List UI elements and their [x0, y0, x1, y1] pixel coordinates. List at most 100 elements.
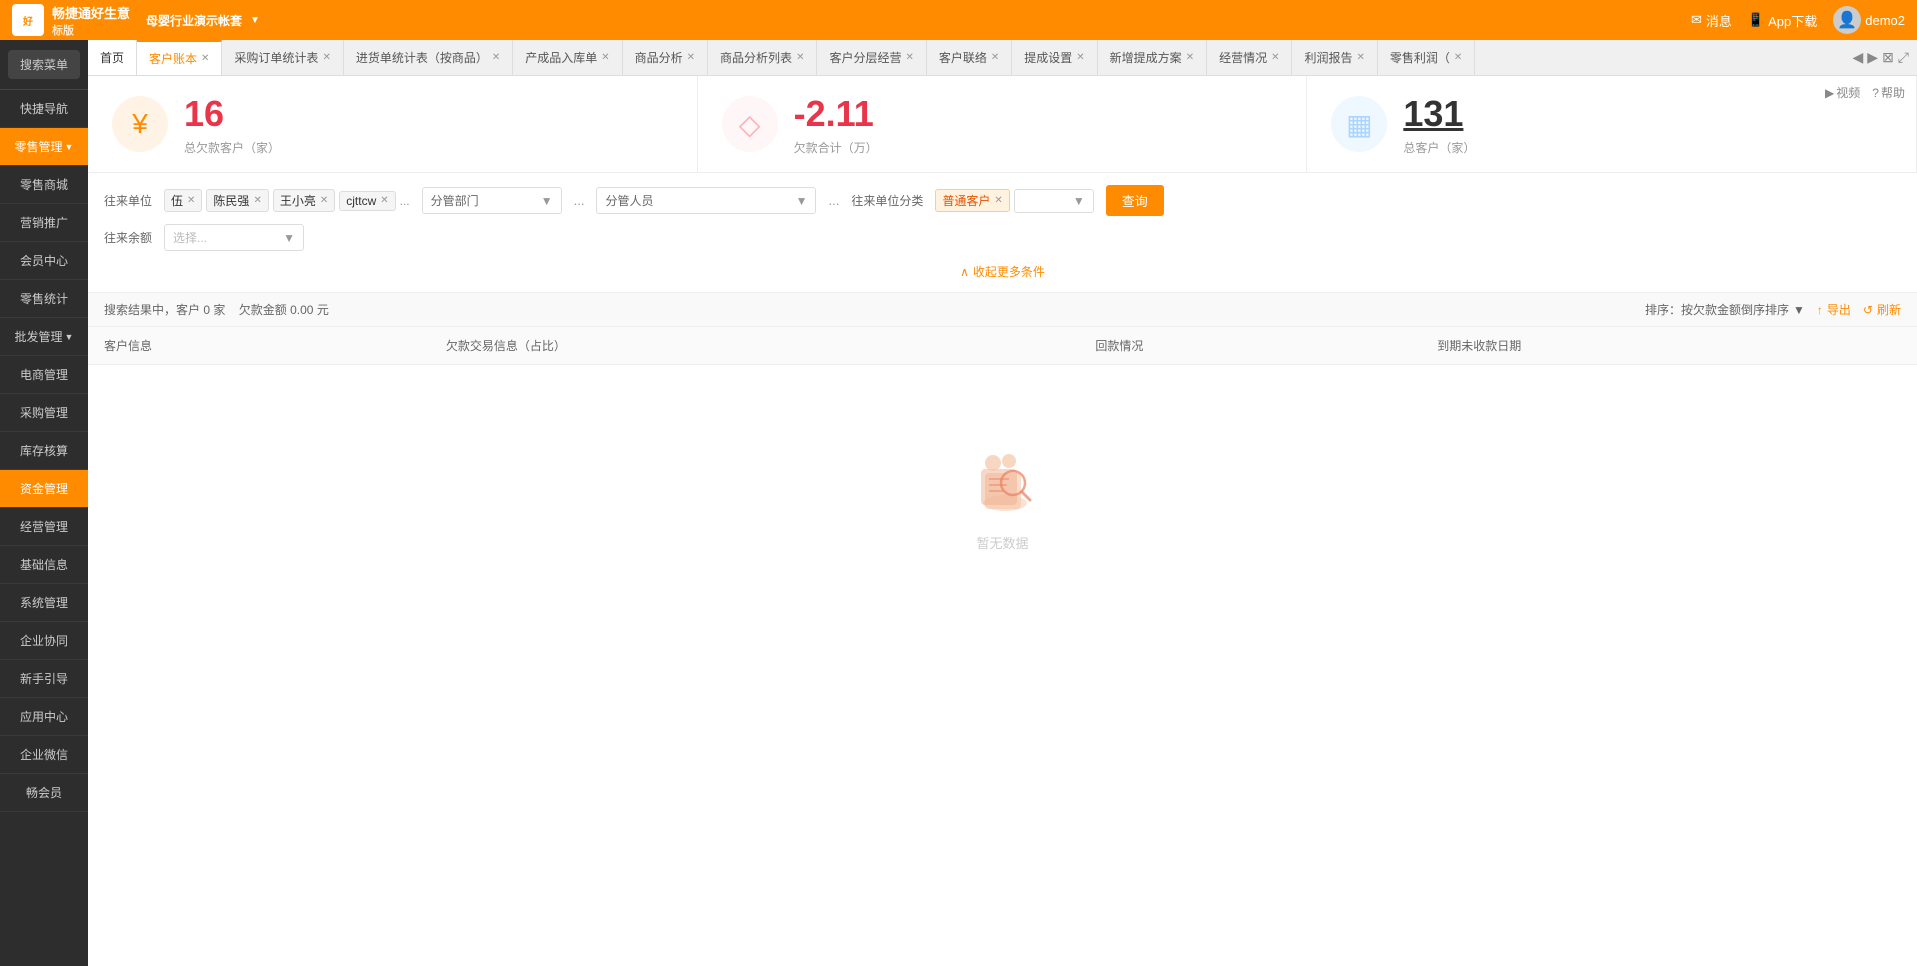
sidebar-item-ecommerce[interactable]: 电商管理 — [0, 356, 88, 394]
tab-nav-right[interactable]: ▶ — [1867, 49, 1878, 66]
tab-close-goods-in[interactable]: ✕ — [492, 52, 500, 63]
tab-operation-status[interactable]: 经营情况 ✕ — [1207, 40, 1292, 76]
tab-close-customer-segment[interactable]: ✕ — [905, 52, 913, 63]
filter-tag-chen-close[interactable]: ✕ — [253, 195, 261, 206]
person-filter-select[interactable]: 分管人员 ▼ — [596, 187, 816, 214]
tab-profit-report[interactable]: 利润报告 ✕ — [1292, 40, 1377, 76]
video-help-btn[interactable]: ▶ 视频 — [1825, 84, 1860, 101]
dept-filter-dots[interactable]: ... — [574, 193, 585, 208]
tab-customer-book[interactable]: 客户账本 ✕ — [137, 40, 222, 76]
filter-tag-normal-customer[interactable]: 普通客户 ✕ — [935, 189, 1009, 212]
tab-close-goods-analysis[interactable]: ✕ — [687, 52, 695, 63]
sidebar-item-marketing[interactable]: 营销推广 — [0, 204, 88, 242]
app-download-btn[interactable]: 📱 App下载 — [1748, 11, 1817, 30]
tab-close-add-proposal[interactable]: ✕ — [1186, 52, 1194, 63]
filter-tag-wang[interactable]: 王小亮 ✕ — [273, 189, 335, 212]
person-filter-dots[interactable]: ... — [828, 193, 839, 208]
tab-fullscreen[interactable]: ⤢ — [1898, 49, 1909, 66]
search-menu-btn[interactable]: 搜索菜单 — [8, 50, 80, 79]
account-dropdown-arrow[interactable]: ▼ — [250, 15, 260, 26]
tab-nav-left[interactable]: ◀ — [1853, 49, 1864, 66]
dept-filter-arrow: ▼ — [541, 194, 553, 208]
filter-tag-normal-close[interactable]: ✕ — [994, 195, 1002, 206]
help-btn[interactable]: ? 帮助 — [1872, 84, 1905, 101]
balance-arrow: ▼ — [283, 231, 295, 245]
filter-tag-wu[interactable]: 伍 ✕ — [164, 189, 202, 212]
tab-goods-in-stats[interactable]: 进货单统计表（按商品） ✕ — [344, 40, 513, 76]
help-links: ▶ 视频 ? 帮助 — [1825, 84, 1905, 101]
search-result-bar: 搜索结果中，客户 0 家 欠款金额 0.00 元 排序：按欠款金额倒序排序 — [88, 293, 1917, 327]
sidebar-item-inventory[interactable]: 库存核算 — [0, 432, 88, 470]
dept-filter-label: 分管部门 — [431, 192, 479, 209]
sidebar-item-wechat[interactable]: 企业微信 — [0, 736, 88, 774]
message-btn[interactable]: ✉ 消息 — [1691, 11, 1732, 30]
sidebar-item-batch-mgmt[interactable]: 批发管理 ▼ — [0, 318, 88, 356]
query-button[interactable]: 查询 — [1106, 185, 1164, 216]
export-btn[interactable]: ↑ 导出 — [1817, 301, 1851, 318]
sidebar-item-member[interactable]: 会员中心 — [0, 242, 88, 280]
sidebar-item-app-center[interactable]: 应用中心 — [0, 698, 88, 736]
user-menu[interactable]: 👤 demo2 — [1833, 6, 1905, 34]
collapse-filter-btn[interactable]: ∧ 收起更多条件 — [960, 263, 1045, 280]
sidebar-item-enterprise[interactable]: 企业协同 — [0, 622, 88, 660]
stat-debt-value: -2.11 — [794, 92, 878, 135]
download-icon: 📱 — [1748, 12, 1764, 28]
tab-customer-segment[interactable]: 客户分层经营 ✕ — [817, 40, 926, 76]
sidebar-item-retail-mgmt[interactable]: 零售管理 ▼ — [0, 128, 88, 166]
tab-home[interactable]: 首页 — [88, 40, 137, 76]
tab-close-produce-in[interactable]: ✕ — [601, 52, 609, 63]
empty-icon — [963, 445, 1043, 525]
account-selector[interactable]: 母婴行业演示帐套 — [146, 12, 242, 29]
unit-category-tags: 普通客户 ✕ ▼ — [935, 189, 1093, 213]
filter-tag-cjttcw[interactable]: cjttcw ✕ — [339, 191, 395, 211]
sidebar-item-retail-mall[interactable]: 零售商城 — [0, 166, 88, 204]
tab-goods-analysis-list[interactable]: 商品分析列表 ✕ — [708, 40, 817, 76]
tab-close-purchase-order[interactable]: ✕ — [322, 52, 330, 63]
tab-goods-analysis[interactable]: 商品分析 ✕ — [623, 40, 708, 76]
refresh-btn[interactable]: ↺ 刷新 — [1863, 301, 1901, 318]
sidebar-item-vip[interactable]: 畅会员 — [0, 774, 88, 812]
sidebar-item-purchase[interactable]: 采购管理 — [0, 394, 88, 432]
tab-close-operation-status[interactable]: ✕ — [1271, 52, 1279, 63]
sidebar-item-capital[interactable]: 资金管理 — [0, 470, 88, 508]
app-edition: 标版 — [52, 22, 130, 38]
tab-retail-profit[interactable]: 零售利润（ ✕ — [1378, 40, 1475, 76]
tab-close-customer-contact[interactable]: ✕ — [991, 52, 999, 63]
sidebar-item-quick-nav[interactable]: 快捷导航 — [0, 90, 88, 128]
stat-customers-label: 总欠款客户（家） — [184, 139, 280, 156]
filter-tag-cjttcw-close[interactable]: ✕ — [380, 195, 388, 206]
tab-purchase-order-stats[interactable]: 采购订单统计表 ✕ — [222, 40, 343, 76]
tab-close-profit-report[interactable]: ✕ — [1357, 52, 1365, 63]
filter-more-tags[interactable]: ... — [400, 194, 410, 208]
col-repayment: 回款情况 — [1079, 327, 1421, 365]
filter-tag-chen[interactable]: 陈民强 ✕ — [206, 189, 268, 212]
stat-total-customers: ¥ 16 总欠款客户（家） — [88, 76, 698, 172]
balance-filter-label: 往来余额 — [104, 229, 152, 246]
export-icon: ↑ — [1817, 303, 1823, 317]
tab-proposal-settings[interactable]: 提成设置 ✕ — [1012, 40, 1097, 76]
sidebar-item-newbie[interactable]: 新手引导 — [0, 660, 88, 698]
tab-close-retail-profit[interactable]: ✕ — [1454, 52, 1462, 63]
sidebar-item-operation[interactable]: 经营管理 — [0, 508, 88, 546]
balance-filter-select[interactable]: 选择... ▼ — [164, 224, 304, 251]
tab-close-customer-book[interactable]: ✕ — [201, 53, 209, 64]
tab-add-proposal[interactable]: 新增提成方案 ✕ — [1098, 40, 1207, 76]
sidebar-item-basic-info[interactable]: 基础信息 — [0, 546, 88, 584]
sidebar-item-retail-stats[interactable]: 零售统计 — [0, 280, 88, 318]
tab-produce-in[interactable]: 产成品入库单 ✕ — [513, 40, 622, 76]
filter-tag-wu-close[interactable]: ✕ — [187, 195, 195, 206]
tab-expand[interactable]: ⊠ — [1882, 49, 1894, 66]
filter-tag-wang-close[interactable]: ✕ — [320, 195, 328, 206]
tab-customer-contact[interactable]: 客户联络 ✕ — [927, 40, 1012, 76]
sort-label: 排序：按欠款金额倒序排序 — [1645, 301, 1789, 318]
sort-arrow: ▼ — [1793, 303, 1805, 317]
tab-bar-actions: ◀ ▶ ⊠ ⤢ — [1845, 49, 1917, 66]
sidebar-item-system[interactable]: 系统管理 — [0, 584, 88, 622]
category-dropdown[interactable]: ▼ — [1014, 189, 1094, 213]
tab-close-goods-analysis-list[interactable]: ✕ — [796, 52, 804, 63]
tab-close-proposal-settings[interactable]: ✕ — [1076, 52, 1084, 63]
search-result-actions: 排序：按欠款金额倒序排序 ▼ ↑ 导出 ↺ 刷新 — [1645, 301, 1901, 318]
sort-select[interactable]: 排序：按欠款金额倒序排序 ▼ — [1645, 301, 1805, 318]
app-title: 畅捷通好生意 — [52, 3, 130, 22]
dept-filter-select[interactable]: 分管部门 ▼ — [422, 187, 562, 214]
